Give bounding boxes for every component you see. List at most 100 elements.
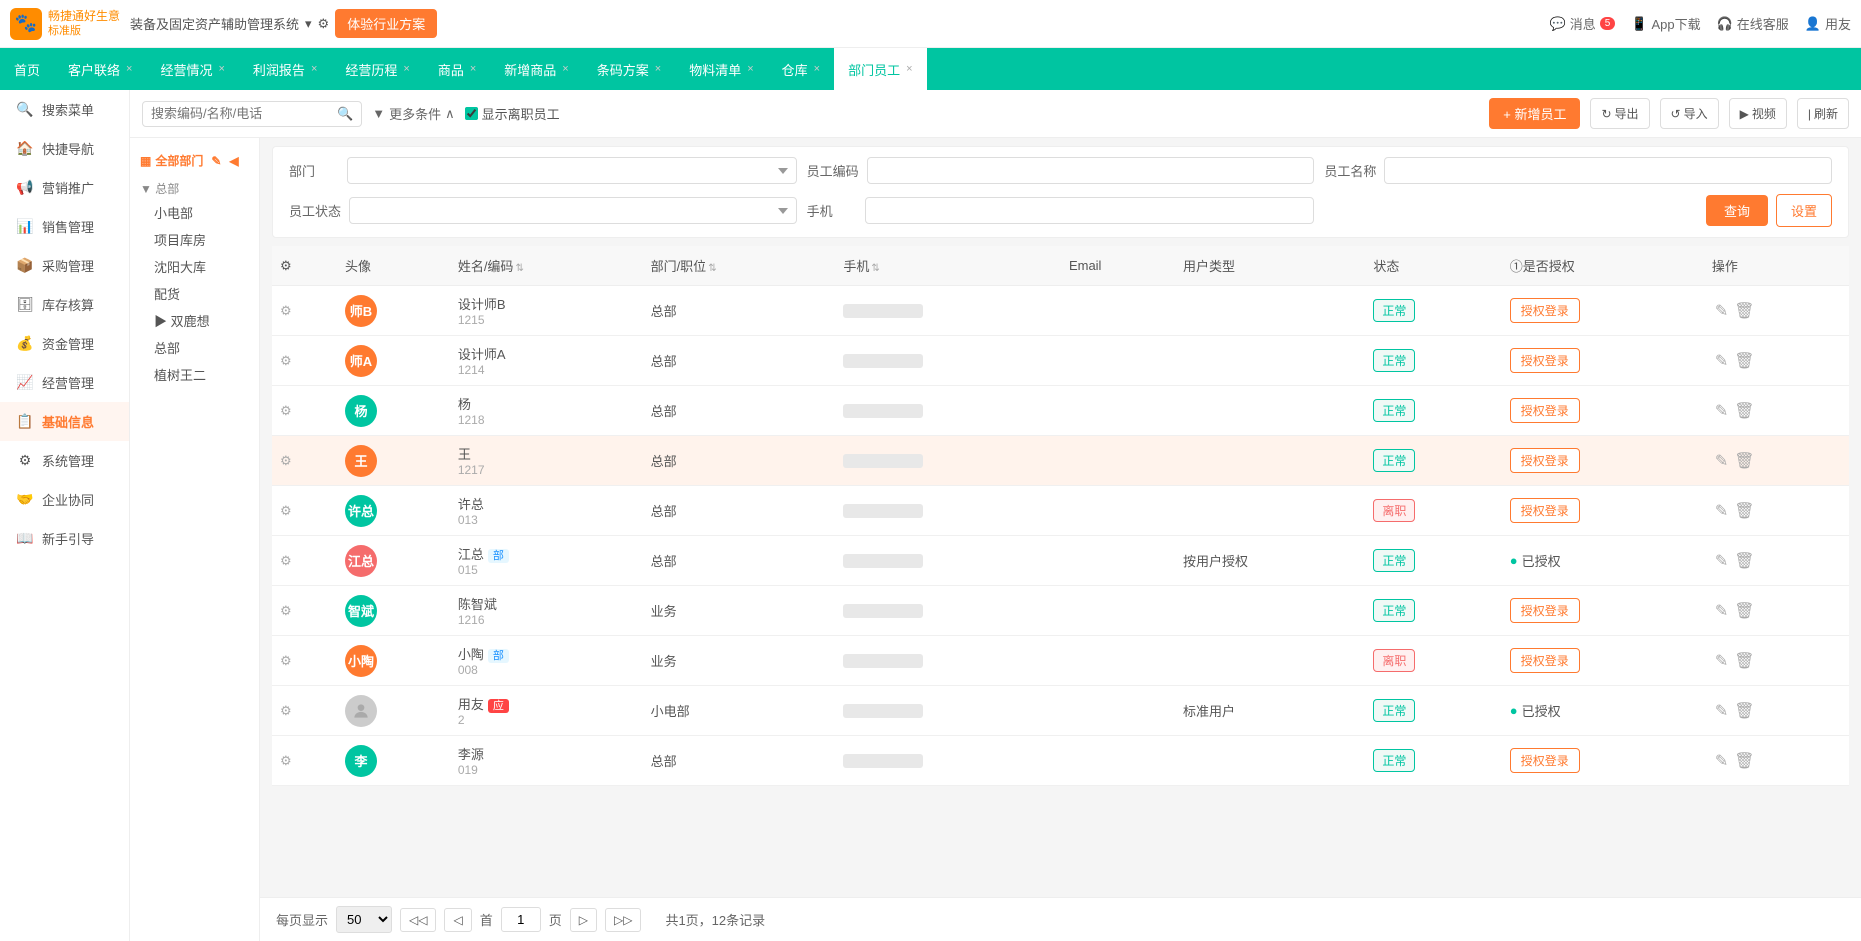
sidebar-item-营销推广[interactable]: 📢营销推广 bbox=[0, 168, 129, 207]
dept-select[interactable] bbox=[347, 157, 797, 184]
close-tab-icon[interactable]: × bbox=[126, 63, 132, 75]
edit-btn[interactable]: ✎ bbox=[1715, 703, 1728, 720]
dept-child-植树王二[interactable]: 植树王二 bbox=[130, 361, 259, 388]
dept-group[interactable]: ▼ 总部 bbox=[130, 175, 259, 199]
delete-btn[interactable]: 🗑 bbox=[1734, 653, 1754, 670]
message-btn[interactable]: 💬 消息 5 bbox=[1550, 14, 1616, 33]
dept-child-项目库房[interactable]: 项目库房 bbox=[130, 226, 259, 253]
auth-btn[interactable]: 授权登录 bbox=[1510, 448, 1580, 473]
delete-btn[interactable]: 🗑 bbox=[1734, 553, 1754, 570]
sidebar-item-采购管理[interactable]: 📦采购管理 bbox=[0, 246, 129, 285]
edit-btn[interactable]: ✎ bbox=[1715, 553, 1728, 570]
app-download-btn[interactable]: 📱 App下载 bbox=[1631, 14, 1700, 33]
close-tab-icon[interactable]: × bbox=[747, 63, 753, 75]
nav-tab-商品[interactable]: 商品× bbox=[424, 48, 490, 90]
edit-btn[interactable]: ✎ bbox=[1715, 453, 1728, 470]
collapse-icon[interactable]: ◀ bbox=[229, 154, 238, 168]
nav-tab-利润报告[interactable]: 利润报告× bbox=[239, 48, 331, 90]
dept-header[interactable]: ▦全部部门✎◀ bbox=[130, 146, 259, 175]
empname-input[interactable] bbox=[1384, 157, 1832, 184]
nav-tab-仓库[interactable]: 仓库× bbox=[768, 48, 834, 90]
edit-btn[interactable]: ✎ bbox=[1715, 603, 1728, 620]
nav-tab-客户联络[interactable]: 客户联络× bbox=[54, 48, 146, 90]
nav-tab-首页[interactable]: 首页 bbox=[0, 48, 54, 90]
delete-btn[interactable]: 🗑 bbox=[1734, 303, 1754, 320]
settings-row-icon[interactable]: ⚙ bbox=[280, 453, 292, 468]
next-page-btn[interactable]: ▷ bbox=[570, 908, 597, 932]
sidebar-item-企业协同[interactable]: 🤝企业协同 bbox=[0, 480, 129, 519]
col-name[interactable]: 姓名/编码⇅ bbox=[450, 246, 643, 286]
auth-btn[interactable]: 授权登录 bbox=[1510, 498, 1580, 523]
close-tab-icon[interactable]: × bbox=[403, 63, 409, 75]
search-input-wrap[interactable]: 🔍 bbox=[142, 101, 362, 127]
auth-btn[interactable]: 授权登录 bbox=[1510, 598, 1580, 623]
edit-btn[interactable]: ✎ bbox=[1715, 303, 1728, 320]
user-menu[interactable]: 👤 用友 bbox=[1805, 14, 1851, 33]
nav-tab-条码方案[interactable]: 条码方案× bbox=[583, 48, 675, 90]
set-btn[interactable]: 设置 bbox=[1776, 194, 1832, 227]
sidebar-item-经营管理[interactable]: 📈经营管理 bbox=[0, 363, 129, 402]
settings-row-icon[interactable]: ⚙ bbox=[280, 553, 292, 568]
edit-btn[interactable]: ✎ bbox=[1715, 403, 1728, 420]
export-btn[interactable]: ↻ 导出 bbox=[1590, 98, 1649, 129]
dept-child-沈阳大库[interactable]: 沈阳大库 bbox=[130, 253, 259, 280]
dept-child-双鹿想[interactable]: ▶ 双鹿想 bbox=[130, 307, 259, 334]
settings-row-icon[interactable]: ⚙ bbox=[280, 303, 292, 318]
auth-btn[interactable]: 授权登录 bbox=[1510, 398, 1580, 423]
dept-child-小电部[interactable]: 小电部 bbox=[130, 199, 259, 226]
close-tab-icon[interactable]: × bbox=[470, 63, 476, 75]
first-page-btn[interactable]: ◁◁ bbox=[400, 908, 436, 932]
prev-page-btn[interactable]: ◁ bbox=[444, 908, 471, 932]
auth-btn[interactable]: 授权登录 bbox=[1510, 298, 1580, 323]
nav-tab-经营历程[interactable]: 经营历程× bbox=[331, 48, 423, 90]
close-tab-icon[interactable]: × bbox=[655, 63, 661, 75]
add-employee-btn[interactable]: + 新增员工 bbox=[1489, 98, 1580, 129]
sidebar-item-搜索菜单[interactable]: 🔍搜索菜单 bbox=[0, 90, 129, 129]
dept-child-总部[interactable]: 总部 bbox=[130, 334, 259, 361]
show-resigned-checkbox[interactable]: 显示离职员工 bbox=[465, 104, 560, 123]
dept-child-配货[interactable]: 配货 bbox=[130, 280, 259, 307]
settings-row-icon[interactable]: ⚙ bbox=[280, 403, 292, 418]
last-page-btn[interactable]: ▷▷ bbox=[605, 908, 641, 932]
sidebar-item-系统管理[interactable]: ⚙系统管理 bbox=[0, 441, 129, 480]
page-input[interactable] bbox=[501, 907, 541, 932]
settings-row-icon[interactable]: ⚙ bbox=[280, 353, 292, 368]
delete-btn[interactable]: 🗑 bbox=[1734, 353, 1754, 370]
delete-btn[interactable]: 🗑 bbox=[1734, 753, 1754, 770]
empcode-input[interactable] bbox=[867, 157, 1315, 184]
view-btn[interactable]: ▶ 视频 bbox=[1729, 98, 1787, 129]
auth-btn[interactable]: 授权登录 bbox=[1510, 748, 1580, 773]
edit-btn[interactable]: ✎ bbox=[1715, 653, 1728, 670]
phone-input[interactable] bbox=[865, 197, 1315, 224]
settings-row-icon[interactable]: ⚙ bbox=[280, 503, 292, 518]
query-btn[interactable]: 查询 bbox=[1706, 195, 1768, 226]
nav-tab-物料清单[interactable]: 物料清单× bbox=[675, 48, 767, 90]
print-btn[interactable]: | 刷新 bbox=[1797, 98, 1849, 129]
sidebar-item-资金管理[interactable]: 💰资金管理 bbox=[0, 324, 129, 363]
chevron-down-icon[interactable]: ▾ bbox=[305, 16, 312, 32]
delete-btn[interactable]: 🗑 bbox=[1734, 603, 1754, 620]
page-size-select[interactable]: 50 100 bbox=[336, 906, 392, 933]
trial-btn[interactable]: 体验行业方案 bbox=[335, 9, 437, 38]
nav-tab-部门员工[interactable]: 部门员工× bbox=[834, 48, 926, 90]
filter-more-btn[interactable]: ▼ 更多条件 ∧ bbox=[372, 104, 454, 123]
import-btn[interactable]: ↺ 导入 bbox=[1660, 98, 1719, 129]
settings-row-icon[interactable]: ⚙ bbox=[280, 603, 292, 618]
auth-btn[interactable]: 授权登录 bbox=[1510, 648, 1580, 673]
close-tab-icon[interactable]: × bbox=[311, 63, 317, 75]
settings-row-icon[interactable]: ⚙ bbox=[280, 653, 292, 668]
col-phone[interactable]: 手机⇅ bbox=[835, 246, 1061, 286]
delete-btn[interactable]: 🗑 bbox=[1734, 403, 1754, 420]
sidebar-item-基础信息[interactable]: 📋基础信息 bbox=[0, 402, 129, 441]
edit-icon[interactable]: ✎ bbox=[211, 154, 221, 168]
sidebar-item-快捷导航[interactable]: 🏠快捷导航 bbox=[0, 129, 129, 168]
col-dept[interactable]: 部门/职位⇅ bbox=[643, 246, 836, 286]
status-select[interactable] bbox=[349, 197, 797, 224]
nav-tab-新增商品[interactable]: 新增商品× bbox=[490, 48, 582, 90]
close-tab-icon[interactable]: × bbox=[906, 63, 912, 75]
delete-btn[interactable]: 🗑 bbox=[1734, 503, 1754, 520]
settings-row-icon[interactable]: ⚙ bbox=[280, 753, 292, 768]
edit-btn[interactable]: ✎ bbox=[1715, 753, 1728, 770]
edit-btn[interactable]: ✎ bbox=[1715, 353, 1728, 370]
sidebar-item-库存核算[interactable]: 🗄库存核算 bbox=[0, 285, 129, 324]
